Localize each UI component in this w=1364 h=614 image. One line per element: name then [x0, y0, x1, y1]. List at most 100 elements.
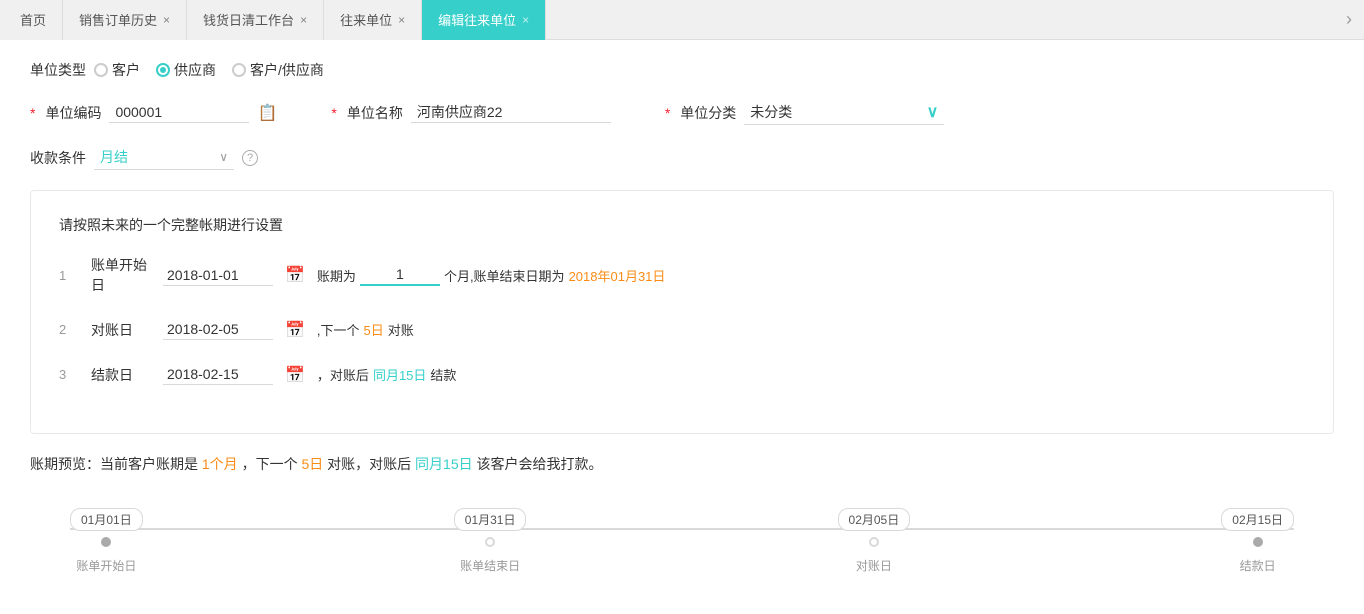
preview-teal-day: 同月15日	[415, 456, 473, 472]
unit-type-field: 单位类型 客户 供应商 客户/供应商	[30, 60, 324, 80]
period-row-1: 1 账单开始日 📅 账期为 个月,账单结束日期为 2018年01月31日	[59, 255, 1305, 295]
period-row-3-num: 3	[59, 367, 79, 382]
period-desc-prefix: 账期为	[317, 266, 356, 285]
timeline-dot-1	[101, 537, 111, 547]
radio-customer-label: 客户	[112, 60, 140, 80]
tab-edit-unit-label: 编辑往来单位	[438, 10, 516, 29]
period-row-2-label: 对账日	[91, 320, 151, 340]
timeline-badge-1: 01月01日	[70, 508, 143, 531]
period-row-2-suffix: 对账	[388, 320, 414, 339]
preview-part2: ，下一个	[242, 456, 298, 472]
timeline-label-4: 结款日	[1240, 557, 1276, 574]
start-date-input[interactable]	[163, 265, 273, 286]
tab-cash-work-close[interactable]: ×	[300, 13, 307, 27]
reconcile-date-input[interactable]	[163, 319, 273, 340]
timeline-label-3: 对账日	[856, 557, 892, 574]
period-row-3: 3 结款日 📅 ，对账后 同月15日 结款	[59, 364, 1305, 385]
period-row-2-desc: ,下一个 5日 对账	[317, 320, 414, 339]
timeline-dot-3	[869, 537, 879, 547]
tab-cash-work[interactable]: 钱货日清工作台 ×	[187, 0, 324, 40]
preview-day: 5日	[301, 456, 323, 472]
payment-date-calendar-icon[interactable]: 📅	[285, 365, 305, 385]
end-date-highlight: 2018年01月31日	[569, 266, 666, 285]
radio-customer-circle	[94, 63, 108, 77]
unit-classify-value: 未分类	[750, 102, 918, 122]
timeline-item-4: 02月15日 结款日	[1221, 508, 1294, 574]
unit-classify-field: * 单位分类 未分类 ∨	[665, 100, 944, 125]
timeline-dot-4	[1253, 537, 1263, 547]
payment-day-highlight: 同月15日	[373, 365, 426, 384]
main-content: 单位类型 客户 供应商 客户/供应商 * 单位编码	[0, 40, 1364, 614]
tab-partner-unit-label: 往来单位	[340, 10, 392, 29]
unit-name-field: * 单位名称	[331, 102, 610, 123]
unit-type-radio-group: 客户 供应商 客户/供应商	[94, 60, 324, 80]
period-row-1-label: 账单开始日	[91, 255, 151, 295]
period-row-3-prefix: ，对账后	[317, 365, 369, 384]
timeline-dot-2	[485, 537, 495, 547]
start-date-calendar-icon[interactable]: 📅	[285, 265, 305, 285]
tab-sales-history[interactable]: 销售订单历史 ×	[63, 0, 187, 40]
unit-code-copy-icon[interactable]: 📋	[257, 103, 277, 123]
reconcile-date-calendar-icon[interactable]: 📅	[285, 320, 305, 340]
period-row-3-desc: ，对账后 同月15日 结款	[317, 365, 457, 384]
payment-terms-field: 收款条件 月结 ∨ ?	[30, 145, 258, 170]
unit-classify-label: 单位分类	[680, 103, 736, 123]
tab-edit-unit-close[interactable]: ×	[522, 13, 529, 27]
timeline-label-1: 账单开始日	[76, 557, 136, 574]
period-row-1-desc: 账期为 个月,账单结束日期为 2018年01月31日	[317, 264, 665, 286]
period-row-3-label: 结款日	[91, 365, 151, 385]
period-row-1-num: 1	[59, 268, 79, 283]
tab-partner-unit-close[interactable]: ×	[398, 13, 405, 27]
radio-supplier-label: 供应商	[174, 60, 216, 80]
unit-type-label: 单位类型	[30, 60, 86, 80]
radio-customer[interactable]: 客户	[94, 60, 140, 80]
unit-name-input[interactable]	[411, 102, 611, 123]
payment-terms-value: 月结	[100, 147, 211, 167]
preview-part6: 该客户会给我打款。	[477, 456, 603, 472]
timeline-badge-3: 02月05日	[838, 508, 911, 531]
timeline-badge-2: 01月31日	[454, 508, 527, 531]
radio-supplier[interactable]: 供应商	[156, 60, 216, 80]
months-input[interactable]	[360, 264, 440, 286]
unit-code-star: *	[30, 105, 35, 121]
payment-date-input[interactable]	[163, 364, 273, 385]
tab-cash-work-label: 钱货日清工作台	[203, 10, 294, 29]
unit-code-label: 单位编码	[45, 103, 101, 123]
timeline-item-1: 01月01日 账单开始日	[70, 508, 143, 574]
tab-home[interactable]: 首页	[0, 0, 63, 40]
unit-classify-arrow: ∨	[927, 102, 939, 122]
payment-terms-help-icon[interactable]: ?	[242, 150, 258, 166]
tab-sales-history-close[interactable]: ×	[163, 13, 170, 27]
reconcile-day-highlight: 5日	[364, 320, 384, 339]
preview-text: 账期预览：当前客户账期是 1个月 ，下一个 5日 对账，对账后 同月15日 该客…	[30, 454, 1334, 474]
unit-classify-select[interactable]: 未分类 ∨	[744, 100, 944, 125]
payment-terms-select[interactable]: 月结 ∨	[94, 145, 234, 170]
radio-both-label: 客户/供应商	[250, 60, 324, 80]
tab-sales-history-label: 销售订单历史	[79, 10, 157, 29]
period-settings-section: 请按照未来的一个完整帐期进行设置 1 账单开始日 📅 账期为 个月,账单结束日期…	[30, 190, 1334, 434]
timeline-item-2: 01月31日 账单结束日	[454, 508, 527, 574]
timeline-badge-4: 02月15日	[1221, 508, 1294, 531]
payment-terms-arrow: ∨	[219, 150, 228, 164]
tab-more-button[interactable]: ›	[1334, 0, 1364, 40]
tab-edit-unit[interactable]: 编辑往来单位 ×	[422, 0, 546, 40]
timeline-item-3: 02月05日 对账日	[838, 508, 911, 574]
radio-both-circle	[232, 63, 246, 77]
tab-home-label: 首页	[20, 10, 46, 29]
radio-supplier-circle	[156, 63, 170, 77]
unit-code-input[interactable]	[109, 102, 249, 123]
payment-terms-label: 收款条件	[30, 148, 86, 168]
period-row-2: 2 对账日 📅 ,下一个 5日 对账	[59, 319, 1305, 340]
unit-name-star: *	[331, 105, 336, 121]
timeline-label-2: 账单结束日	[460, 557, 520, 574]
unit-code-field: * 单位编码 📋	[30, 102, 277, 123]
unit-classify-star: *	[665, 105, 670, 121]
preview-months: 1个月	[202, 456, 238, 472]
tab-partner-unit[interactable]: 往来单位 ×	[324, 0, 422, 40]
tab-bar: 首页 销售订单历史 × 钱货日清工作台 × 往来单位 × 编辑往来单位 × ›	[0, 0, 1364, 40]
section-title: 请按照未来的一个完整帐期进行设置	[59, 215, 1305, 235]
radio-both[interactable]: 客户/供应商	[232, 60, 324, 80]
timeline: 01月01日 账单开始日 01月31日 账单结束日 02月05日 对账日	[30, 498, 1334, 594]
period-row-2-num: 2	[59, 322, 79, 337]
form-row-unit-info: * 单位编码 📋 * 单位名称 * 单位分类 未分类 ∨	[30, 100, 1334, 125]
